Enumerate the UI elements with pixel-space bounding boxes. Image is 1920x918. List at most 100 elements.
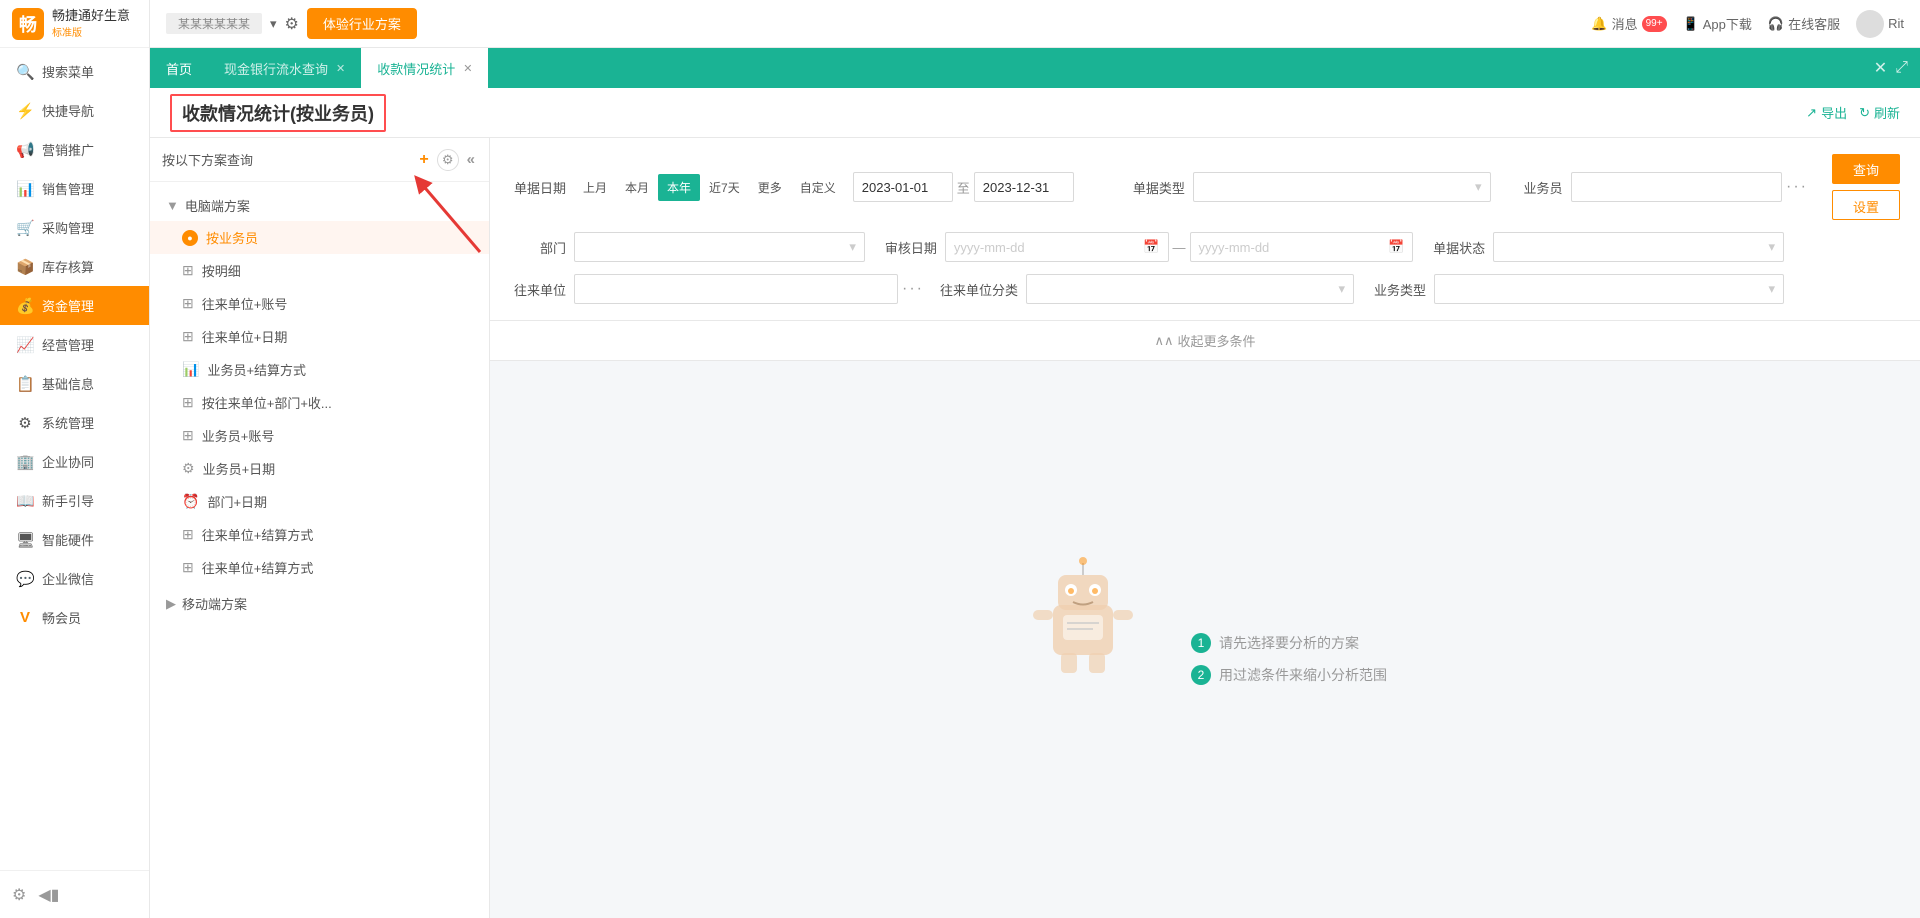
- partner-input[interactable]: [574, 274, 898, 304]
- sidebar-item-system[interactable]: ⚙ 系统管理: [0, 403, 149, 442]
- scheme-item-partner-settle2[interactable]: ⊞ 往来单位+结算方式: [150, 551, 489, 584]
- date-end-input[interactable]: [974, 172, 1074, 202]
- sidebar-item-member[interactable]: V 畅会员: [0, 598, 149, 637]
- header-left: 某某某某某某 ▾ ⚙ 体验行业方案: [166, 8, 417, 39]
- date-btn-this-year[interactable]: 本年: [658, 174, 700, 201]
- date-btn-more[interactable]: 更多: [749, 174, 791, 201]
- scheme-item-partner-date[interactable]: ⊞ 往来单位+日期: [150, 320, 489, 353]
- scheme-item-salesperson-account[interactable]: ⊞ 业务员+账号: [150, 419, 489, 452]
- tab-bank-flow-close[interactable]: ✕: [336, 62, 345, 75]
- tab-receipt-stats-close[interactable]: ✕: [463, 62, 472, 75]
- collapse-chevron-icon: ∧∧: [1154, 333, 1173, 349]
- scheme-settings-icon[interactable]: ⚙: [437, 149, 459, 171]
- add-scheme-button[interactable]: +: [417, 149, 430, 171]
- partner-category-select[interactable]: ▾: [1026, 274, 1354, 304]
- settings-button[interactable]: 设置: [1832, 190, 1900, 220]
- review-date-label: 审核日期: [881, 238, 937, 257]
- header-dropdown-icon[interactable]: ▾: [270, 16, 277, 32]
- smart-hw-icon: 🖥: [16, 531, 34, 549]
- sidebar-item-finance[interactable]: 💰 资金管理: [0, 286, 149, 325]
- trial-button[interactable]: 体验行业方案: [307, 8, 417, 39]
- scheme-item-label: 业务员+结算方式: [207, 360, 306, 379]
- sidebar: 畅 畅捷通好生意 标准版 🔍 搜索菜单 ⚡ 快捷导航 📢 营销推广 📊 销售管理…: [0, 0, 150, 918]
- sidebar-item-quick-nav[interactable]: ⚡ 快捷导航: [0, 91, 149, 130]
- doc-status-select[interactable]: ▾: [1493, 232, 1784, 262]
- partner-settle2-scheme-icon: ⊞: [182, 559, 194, 576]
- panel-collapse-icon[interactable]: «: [465, 149, 477, 171]
- sidebar-item-sales[interactable]: 📊 销售管理: [0, 169, 149, 208]
- doc-type-select[interactable]: ▾: [1193, 172, 1491, 202]
- date-btn-this-month[interactable]: 本月: [616, 174, 658, 201]
- tab-bank-flow[interactable]: 现金银行流水查询 ✕: [208, 48, 361, 88]
- user-area[interactable]: Rit: [1856, 10, 1904, 38]
- top-header: 某某某某某某 ▾ ⚙ 体验行业方案 🔔 消息 99+ 📱 App下载 🎧 在线客…: [150, 0, 1920, 48]
- sidebar-item-label: 企业协同: [42, 452, 94, 471]
- query-button[interactable]: 查询: [1832, 154, 1900, 184]
- scheme-item-partner-account[interactable]: ⊞ 往来单位+账号: [150, 287, 489, 320]
- sidebar-item-label: 智能硬件: [42, 530, 94, 549]
- sidebar-item-marketing[interactable]: 📢 营销推广: [0, 130, 149, 169]
- sidebar-item-label: 畅会员: [42, 608, 81, 627]
- sidebar-item-starter[interactable]: 📖 新手引导: [0, 481, 149, 520]
- date-btn-last-month[interactable]: 上月: [574, 174, 616, 201]
- date-btn-7days[interactable]: 近7天: [700, 174, 749, 201]
- sidebar-item-search-menu[interactable]: 🔍 搜索菜单: [0, 52, 149, 91]
- partner-dept-recv-scheme-icon: ⊞: [182, 394, 194, 411]
- sidebar-item-basic-info[interactable]: 📋 基础信息: [0, 364, 149, 403]
- notification-btn[interactable]: 🔔 消息 99+: [1591, 14, 1666, 33]
- refresh-button[interactable]: ↻ 刷新: [1859, 103, 1900, 122]
- sidebar-item-smart-hw[interactable]: 🖥 智能硬件: [0, 520, 149, 559]
- field-partner-category: 往来单位分类 ▾: [940, 274, 1354, 304]
- scheme-item-dept-date[interactable]: ⏰ 部门+日期: [150, 485, 489, 518]
- export-button[interactable]: ↗ 导出: [1806, 103, 1847, 122]
- sidebar-item-label: 快捷导航: [42, 101, 94, 120]
- partner-more-icon[interactable]: ···: [902, 280, 924, 298]
- tab-receipt-stats[interactable]: 收款情况统计 ✕: [361, 48, 488, 88]
- scheme-item-by-salesperson[interactable]: ● 按业务员: [150, 221, 489, 254]
- sidebar-item-label: 基础信息: [42, 374, 94, 393]
- business-type-select[interactable]: ▾: [1434, 274, 1784, 304]
- scheme-item-salesperson-date[interactable]: ⚙ 业务员+日期: [150, 452, 489, 485]
- sidebar-nav: 🔍 搜索菜单 ⚡ 快捷导航 📢 营销推广 📊 销售管理 🛒 采购管理 📦 库存核…: [0, 48, 149, 870]
- sidebar-item-inventory[interactable]: 📦 库存核算: [0, 247, 149, 286]
- footer-collapse-icon[interactable]: ◀▮: [38, 885, 59, 905]
- scheme-item-label: 部门+日期: [207, 492, 267, 511]
- field-partner: 往来单位 ···: [510, 274, 924, 304]
- scheme-item-salesperson-settle[interactable]: 📊 业务员+结算方式: [150, 353, 489, 386]
- review-date-end[interactable]: yyyy-mm-dd 📅: [1190, 232, 1414, 262]
- tab-home[interactable]: 首页: [150, 48, 208, 88]
- sidebar-item-operation[interactable]: 📈 经营管理: [0, 325, 149, 364]
- scheme-item-partner-settle1[interactable]: ⊞ 往来单位+结算方式: [150, 518, 489, 551]
- sidebar-footer: ⚙ ◀▮: [0, 870, 149, 918]
- collapse-bar[interactable]: ∧∧ 收起更多条件: [490, 321, 1920, 361]
- app-download-btn[interactable]: 📱 App下载: [1683, 14, 1752, 33]
- dept-select[interactable]: ▾: [574, 232, 865, 262]
- field-salesperson: 业务员 ···: [1507, 172, 1808, 202]
- scheme-item-by-detail[interactable]: ⊞ 按明细: [150, 254, 489, 287]
- salesperson-input[interactable]: [1571, 172, 1782, 202]
- robot-container: 1 请先选择要分析的方案 2 用过滤条件来缩小分析范围: [1023, 555, 1387, 725]
- date-btn-custom[interactable]: 自定义: [791, 174, 845, 201]
- partner-settle1-scheme-icon: ⊞: [182, 526, 194, 543]
- page-title: 收款情况统计(按业务员): [170, 94, 386, 132]
- review-date-start[interactable]: yyyy-mm-dd 📅: [945, 232, 1169, 262]
- sidebar-item-enterprise[interactable]: 🏢 企业协同: [0, 442, 149, 481]
- marketing-icon: 📢: [16, 141, 34, 159]
- tab-close-all-icon[interactable]: ✕: [1874, 58, 1887, 78]
- sidebar-item-purchase[interactable]: 🛒 采购管理: [0, 208, 149, 247]
- dept-chevron: ▾: [849, 239, 856, 255]
- date-start-input[interactable]: [853, 172, 953, 202]
- scheme-item-partner-dept-recv[interactable]: ⊞ 按往来单位+部门+收...: [150, 386, 489, 419]
- header-settings-icon[interactable]: ⚙: [285, 14, 299, 34]
- sidebar-item-wechat[interactable]: 💬 企业微信: [0, 559, 149, 598]
- quick-nav-icon: ⚡: [16, 102, 34, 120]
- scheme-section-mobile-title[interactable]: ▶ 移动端方案: [150, 588, 489, 619]
- salesperson-more-icon[interactable]: ···: [1786, 178, 1808, 196]
- scheme-section-desktop-title[interactable]: ▼ 电脑端方案: [150, 190, 489, 221]
- footer-settings-icon[interactable]: ⚙: [12, 885, 26, 905]
- tab-expand-icon[interactable]: ⤢: [1895, 59, 1908, 77]
- empty-tip-2: 2 用过滤条件来缩小分析范围: [1191, 665, 1387, 685]
- online-service-btn[interactable]: 🎧 在线客服: [1768, 14, 1840, 33]
- sales-icon: 📊: [16, 180, 34, 198]
- user-name: Rit: [1888, 16, 1904, 31]
